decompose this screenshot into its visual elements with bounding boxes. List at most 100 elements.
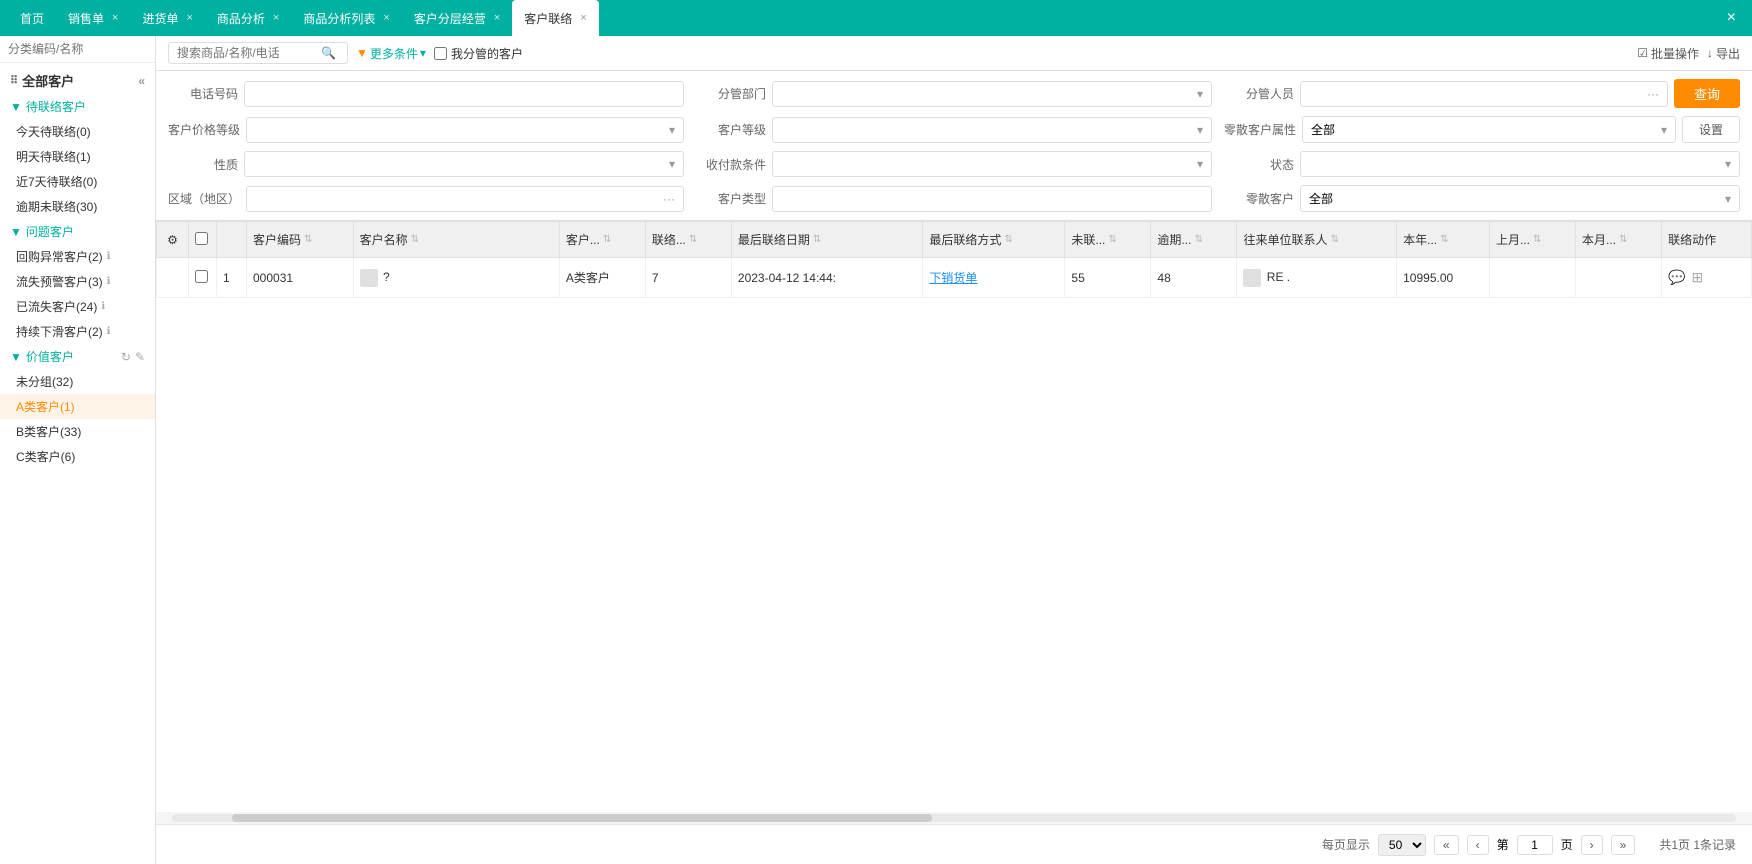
phone-input[interactable] [244, 81, 684, 107]
tab-customer-management[interactable]: 客户分层经营 × [402, 0, 512, 36]
sidebar-item-at-risk[interactable]: 流失预警客户(3) ℹ [0, 269, 155, 294]
refresh-icon[interactable]: ↻ [121, 350, 131, 364]
sidebar-item-tomorrow[interactable]: 明天待联络(1) [0, 144, 155, 169]
row-select-checkbox[interactable] [195, 270, 208, 283]
tab-product-analysis-list[interactable]: 商品分析列表 × [291, 0, 401, 36]
sidebar-item-7days[interactable]: 近7天待联络(0) [0, 169, 155, 194]
th-settings[interactable]: ⚙ [157, 222, 189, 258]
status-select[interactable]: ▾ [1300, 151, 1740, 177]
value-customers-section[interactable]: ▼ 价值客户 ↻ ✎ [0, 344, 155, 369]
customer-type-input[interactable] [772, 186, 1212, 212]
th-code[interactable]: 客户编码 ⇅ [247, 222, 354, 258]
my-customers-checkbox[interactable] [434, 47, 447, 60]
th-this-year[interactable]: 本年... ⇅ [1397, 222, 1490, 258]
sidebar-search-input[interactable] [8, 42, 156, 56]
prev-page-button[interactable]: ‹ [1467, 835, 1489, 855]
horizontal-scrollbar[interactable] [156, 812, 1752, 824]
current-page-input[interactable] [1517, 835, 1553, 855]
pending-contact-label: 待联络客户 [26, 98, 86, 115]
row-name-extra: ? [383, 270, 390, 284]
batch-operation-button[interactable]: ☑ 批量操作 [1637, 45, 1699, 62]
row-checkbox [189, 258, 217, 298]
last-method-link[interactable]: 下销货单 [929, 271, 977, 285]
edit-icon[interactable]: ✎ [135, 350, 145, 364]
select-all-checkbox[interactable] [195, 232, 208, 245]
value-customers-label: 价值客户 [26, 348, 74, 365]
th-this-month[interactable]: 本月... ⇅ [1576, 222, 1662, 258]
sidebar-item-ungrouped[interactable]: 未分组(32) [0, 369, 155, 394]
tab-home[interactable]: 首页 [8, 0, 56, 36]
problem-customers-section[interactable]: ▼ 问题客户 [0, 219, 155, 244]
th-no-contact[interactable]: 未联... ⇅ [1065, 222, 1151, 258]
query-button[interactable]: 查询 [1674, 79, 1740, 108]
sidebar-item-b-class[interactable]: B类客户(33) [0, 419, 155, 444]
close-customer-mgmt-tab[interactable]: × [494, 12, 500, 24]
close-product-analysis-tab[interactable]: × [273, 12, 279, 24]
sidebar-item-c-class[interactable]: C类客户(6) [0, 444, 155, 469]
batch-icon: ☑ [1637, 46, 1648, 60]
sidebar-item-overdue[interactable]: 逾期未联络(30) [0, 194, 155, 219]
sort-icon-type: ⇅ [603, 234, 611, 245]
th-type[interactable]: 客户... ⇅ [559, 222, 645, 258]
th-last-date[interactable]: 最后联络日期 ⇅ [731, 222, 922, 258]
search-icon[interactable]: 🔍 [321, 46, 336, 60]
customer-tier-select[interactable]: ▾ [772, 117, 1212, 143]
close-purchase-tab[interactable]: × [186, 12, 192, 24]
export-label: 导出 [1716, 45, 1740, 62]
sidebar-item-declining[interactable]: 持续下滑客户(2) ℹ [0, 319, 155, 344]
dept-select[interactable]: ▾ [772, 81, 1212, 107]
retail-attr-select[interactable]: 全部▾ [1302, 116, 1676, 143]
app-close-button[interactable]: × [1719, 9, 1744, 27]
nature-select[interactable]: ▾ [244, 151, 684, 177]
filter-row-status: 状态 ▾ [1224, 151, 1740, 177]
settings-button[interactable]: 设置 [1682, 116, 1740, 143]
filter-icon: ▼ [356, 46, 368, 60]
next-page-button[interactable]: › [1581, 835, 1603, 855]
filter-row-payment: 收付款条件 ▾ [696, 151, 1212, 177]
last-page-button[interactable]: » [1611, 835, 1636, 855]
filter-right-actions: ☑ 批量操作 ↓ 导出 [1637, 45, 1740, 62]
more-filters-label: 更多条件 [370, 45, 418, 62]
close-product-list-tab[interactable]: × [383, 12, 389, 24]
search-input[interactable] [177, 46, 317, 60]
chat-action-icon[interactable]: 💬 [1668, 269, 1685, 286]
total-label: 共1页 1条记录 [1659, 836, 1736, 853]
pending-contact-section[interactable]: ▼ 待联络客户 [0, 94, 155, 119]
grid-action-icon[interactable]: ⊞ [1692, 269, 1704, 286]
sidebar-item-a-class[interactable]: A类客户(1) [0, 394, 155, 419]
row-actions: 💬 ⊞ [1662, 258, 1752, 298]
price-tier-select[interactable]: ▾ [246, 117, 684, 143]
th-contact[interactable]: 联络... ⇅ [645, 222, 731, 258]
scrollbar-thumb[interactable] [232, 814, 932, 822]
th-last-month[interactable]: 上月... ⇅ [1490, 222, 1576, 258]
th-overdue[interactable]: 逾期... ⇅ [1151, 222, 1237, 258]
arrow-down-icon-3: ▼ [10, 350, 22, 364]
retail-customer-select[interactable]: 全部▾ [1300, 185, 1740, 212]
row-last-method[interactable]: 下销货单 [923, 258, 1065, 298]
tab-purchase[interactable]: 进货单 × [130, 0, 204, 36]
sort-icon-code: ⇅ [304, 234, 312, 245]
region-select[interactable]: ··· [246, 186, 684, 212]
th-name[interactable]: 客户名称 ⇅ [353, 222, 559, 258]
close-customer-contact-tab[interactable]: × [580, 12, 586, 24]
gear-icon[interactable]: ⚙ [167, 233, 178, 247]
th-last-method[interactable]: 最后联络方式 ⇅ [923, 222, 1065, 258]
tab-sales[interactable]: 销售单 × [56, 0, 130, 36]
filter-row-region: 区域（地区） ··· [168, 185, 684, 212]
tab-product-analysis[interactable]: 商品分析 × [205, 0, 291, 36]
sidebar-item-abnormal[interactable]: 回购异常客户(2) ℹ [0, 244, 155, 269]
first-page-button[interactable]: « [1434, 835, 1459, 855]
chevron-icon: ▾ [420, 46, 426, 60]
more-filters-button[interactable]: ▼ 更多条件 ▾ [356, 45, 426, 62]
payment-select[interactable]: ▾ [772, 151, 1212, 177]
close-sales-tab[interactable]: × [112, 12, 118, 24]
page-size-select[interactable]: 50 [1378, 834, 1426, 856]
collapse-icon[interactable]: « [138, 74, 145, 88]
tab-customer-contact[interactable]: 客户联络 × [512, 0, 598, 36]
person-select[interactable]: ··· [1300, 81, 1668, 107]
sidebar-item-today[interactable]: 今天待联络(0) [0, 119, 155, 144]
th-unit-contact[interactable]: 往来单位联系人 ⇅ [1237, 222, 1397, 258]
export-button[interactable]: ↓ 导出 [1707, 45, 1740, 62]
row-seq: 1 [217, 258, 247, 298]
sidebar-item-lost[interactable]: 已流失客户(24) ℹ [0, 294, 155, 319]
